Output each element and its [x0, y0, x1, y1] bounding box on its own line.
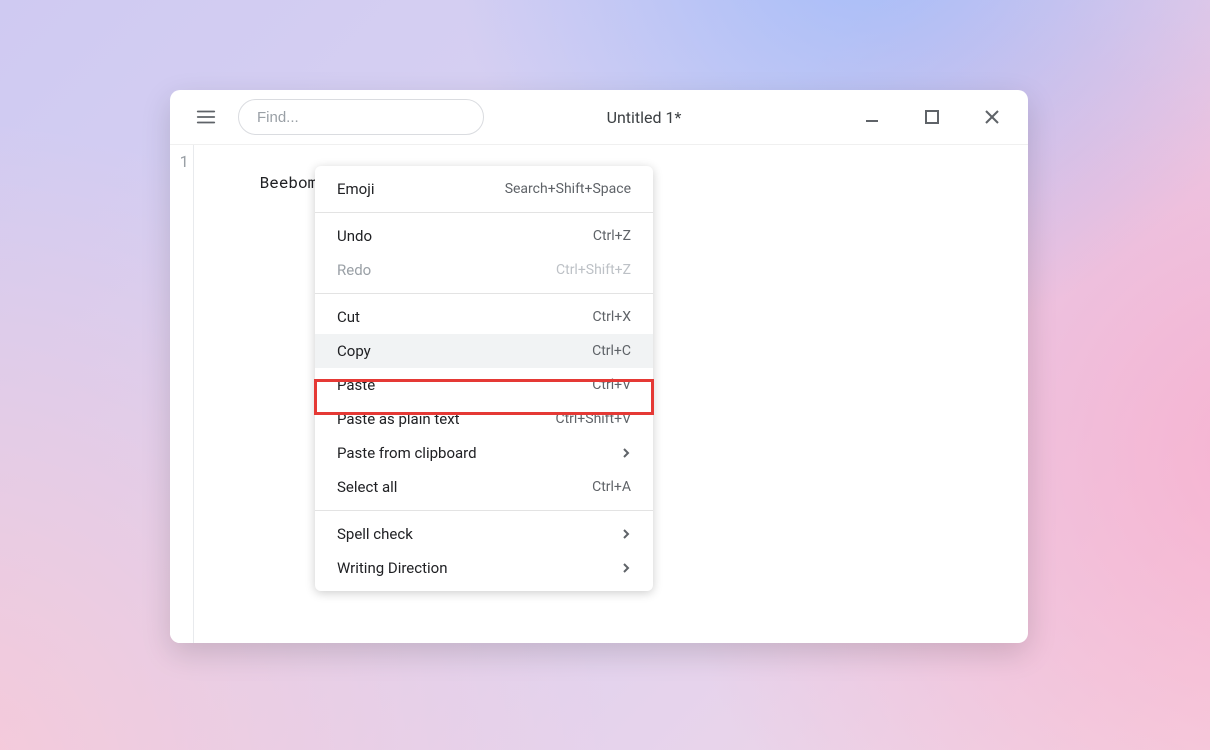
close-button[interactable] — [970, 95, 1014, 139]
menu-separator — [315, 510, 653, 511]
menu-shortcut: Ctrl+C — [592, 343, 631, 359]
chevron-right-icon — [621, 559, 631, 577]
maximize-button[interactable] — [910, 95, 954, 139]
menu-cut[interactable]: Cut Ctrl+X — [315, 300, 653, 334]
menu-label: Cut — [337, 308, 360, 326]
titlebar: Untitled 1* — [170, 90, 1028, 144]
menu-copy[interactable]: Copy Ctrl+C — [315, 334, 653, 368]
line-gutter: 1 — [170, 145, 194, 643]
menu-spell-check[interactable]: Spell check — [315, 517, 653, 551]
menu-undo[interactable]: Undo Ctrl+Z — [315, 219, 653, 253]
menu-label: Emoji — [337, 180, 374, 198]
menu-separator — [315, 293, 653, 294]
menu-paste-plain[interactable]: Paste as plain text Ctrl+Shift+V — [315, 402, 653, 436]
menu-shortcut: Ctrl+Shift+Z — [556, 262, 631, 278]
menu-shortcut: Ctrl+Shift+V — [555, 411, 631, 427]
window-title: Untitled 1* — [494, 108, 834, 127]
menu-label: Paste from clipboard — [337, 444, 477, 462]
menu-paste-clipboard[interactable]: Paste from clipboard — [315, 436, 653, 470]
menu-shortcut: Search+Shift+Space — [505, 181, 631, 197]
menu-paste[interactable]: Paste Ctrl+V — [315, 368, 653, 402]
menu-redo[interactable]: Redo Ctrl+Shift+Z — [315, 253, 653, 287]
menu-shortcut: Ctrl+A — [592, 479, 631, 495]
menu-shortcut: Ctrl+Z — [593, 228, 631, 244]
menu-emoji[interactable]: Emoji Search+Shift+Space — [315, 172, 653, 206]
menu-label: Undo — [337, 227, 372, 245]
menu-writing-direction[interactable]: Writing Direction — [315, 551, 653, 585]
find-input[interactable] — [238, 99, 484, 135]
menu-label: Copy — [337, 342, 371, 360]
menu-label: Paste — [337, 376, 375, 394]
context-menu: Emoji Search+Shift+Space Undo Ctrl+Z Red… — [315, 166, 653, 591]
menu-label: Select all — [337, 478, 397, 496]
text-editor-window: Untitled 1* 1 Beebom now Emoji Search+Sh… — [170, 90, 1028, 643]
menu-label: Spell check — [337, 525, 413, 543]
line-number: 1 — [170, 151, 189, 172]
minimize-button[interactable] — [850, 95, 894, 139]
chevron-right-icon — [621, 525, 631, 543]
menu-separator — [315, 212, 653, 213]
chevron-right-icon — [621, 444, 631, 462]
menu-label: Writing Direction — [337, 559, 448, 577]
menu-select-all[interactable]: Select all Ctrl+A — [315, 470, 653, 504]
menu-shortcut: Ctrl+V — [592, 377, 631, 393]
menu-shortcut: Ctrl+X — [592, 309, 631, 325]
menu-icon[interactable] — [184, 95, 228, 139]
menu-label: Redo — [337, 261, 371, 279]
menu-label: Paste as plain text — [337, 410, 460, 428]
